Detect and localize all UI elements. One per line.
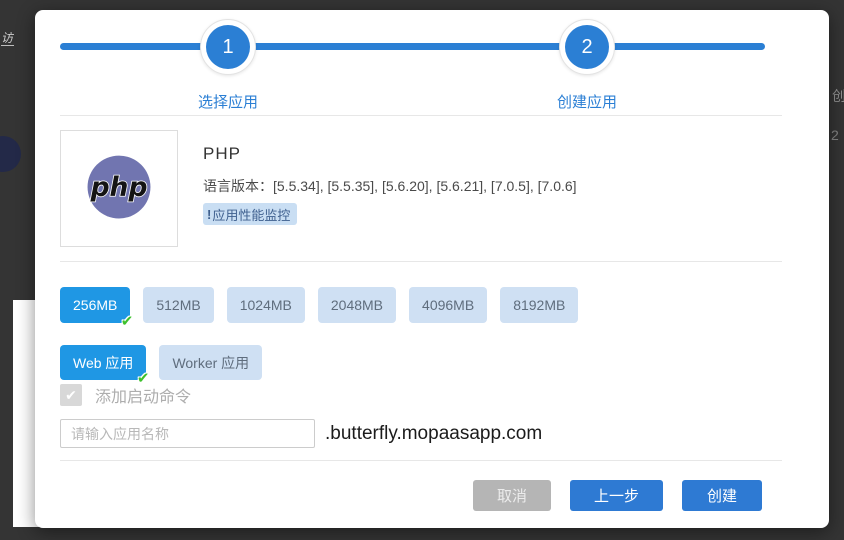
memory-option-1024mb[interactable]: 1024MB [226,287,305,323]
step-number-badge: 2 [565,25,609,69]
step-label: 创建应用 [556,94,617,111]
footer-divider [60,460,782,461]
type-option-worker[interactable]: Worker 应用 [159,345,263,380]
startup-command-checkbox[interactable]: ✔ [60,384,82,406]
cancel-button[interactable]: 取消 [473,480,551,511]
memory-option-label: 1024MB [239,297,292,313]
startup-command-row: ✔ 添加启动命令 [60,383,191,407]
svg-text:php: php [90,172,148,203]
app-title: PHP [203,144,241,163]
memory-option-label: 512MB [156,297,201,313]
background-text-fragment: 访 [1,31,14,46]
alert-icon: ! [207,206,212,222]
memory-options-row: 256MB ✔ 512MB 1024MB 2048MB 4096MB 8192M… [60,287,579,330]
step-select-app: 1 选择应用 [168,19,288,112]
header-divider [60,115,782,116]
step-ring: 2 [559,19,615,75]
background-text-fragment: 创 [832,88,844,102]
step-ring: 1 [200,19,256,75]
background-text-fragment: 2 [831,127,839,143]
previous-step-button[interactable]: 上一步 [570,480,663,511]
selected-check-icon: ✔ [120,313,134,330]
memory-option-8192mb[interactable]: 8192MB [500,287,579,323]
stepper-progress-bar [60,43,765,50]
badge-label: 应用性能监控 [212,207,291,223]
background-avatar-circle [0,136,21,172]
step-number-badge: 1 [206,25,250,69]
memory-option-label: 256MB [73,297,118,313]
performance-monitor-badge: ! 应用性能监控 [203,203,298,225]
memory-option-256mb[interactable]: 256MB ✔ [60,287,133,330]
memory-option-2048mb[interactable]: 2048MB [317,287,397,323]
app-type-options-row: Web 应用 ✔ Worker 应用 [60,345,263,387]
selected-app-card: php [60,130,178,247]
type-option-web[interactable]: Web 应用 ✔ [60,345,149,387]
type-option-label: Web 应用 [73,354,134,371]
create-app-dialog: 1 选择应用 2 创建应用 php PHP 语言版本：[5.5.34], [5.… [35,10,829,528]
step-create-app: 2 创建应用 [527,19,647,112]
app-name-row: .butterfly.mopaasapp.com [60,419,542,448]
memory-option-label: 8192MB [513,297,566,313]
create-button[interactable]: 创建 [682,480,762,511]
domain-suffix: .butterfly.mopaasapp.com [325,422,543,444]
type-option-label: Worker 应用 [172,354,250,371]
php-logo-icon: php [87,155,151,219]
startup-command-label: 添加启动命令 [95,389,192,406]
page-background: 访 创 2 1 选择应用 2 创建应用 php PHP 语言版本：[5.5.34… [0,0,844,540]
app-language-versions: 语言版本：[5.5.34], [5.5.35], [5.6.20], [5.6.… [203,178,577,194]
app-name-input[interactable] [60,419,315,448]
step-label: 选择应用 [197,94,258,111]
section-divider [60,261,782,262]
memory-option-4096mb[interactable]: 4096MB [409,287,488,323]
memory-option-512mb[interactable]: 512MB [143,287,214,323]
memory-option-label: 4096MB [422,297,475,313]
memory-option-label: 2048MB [330,297,384,313]
